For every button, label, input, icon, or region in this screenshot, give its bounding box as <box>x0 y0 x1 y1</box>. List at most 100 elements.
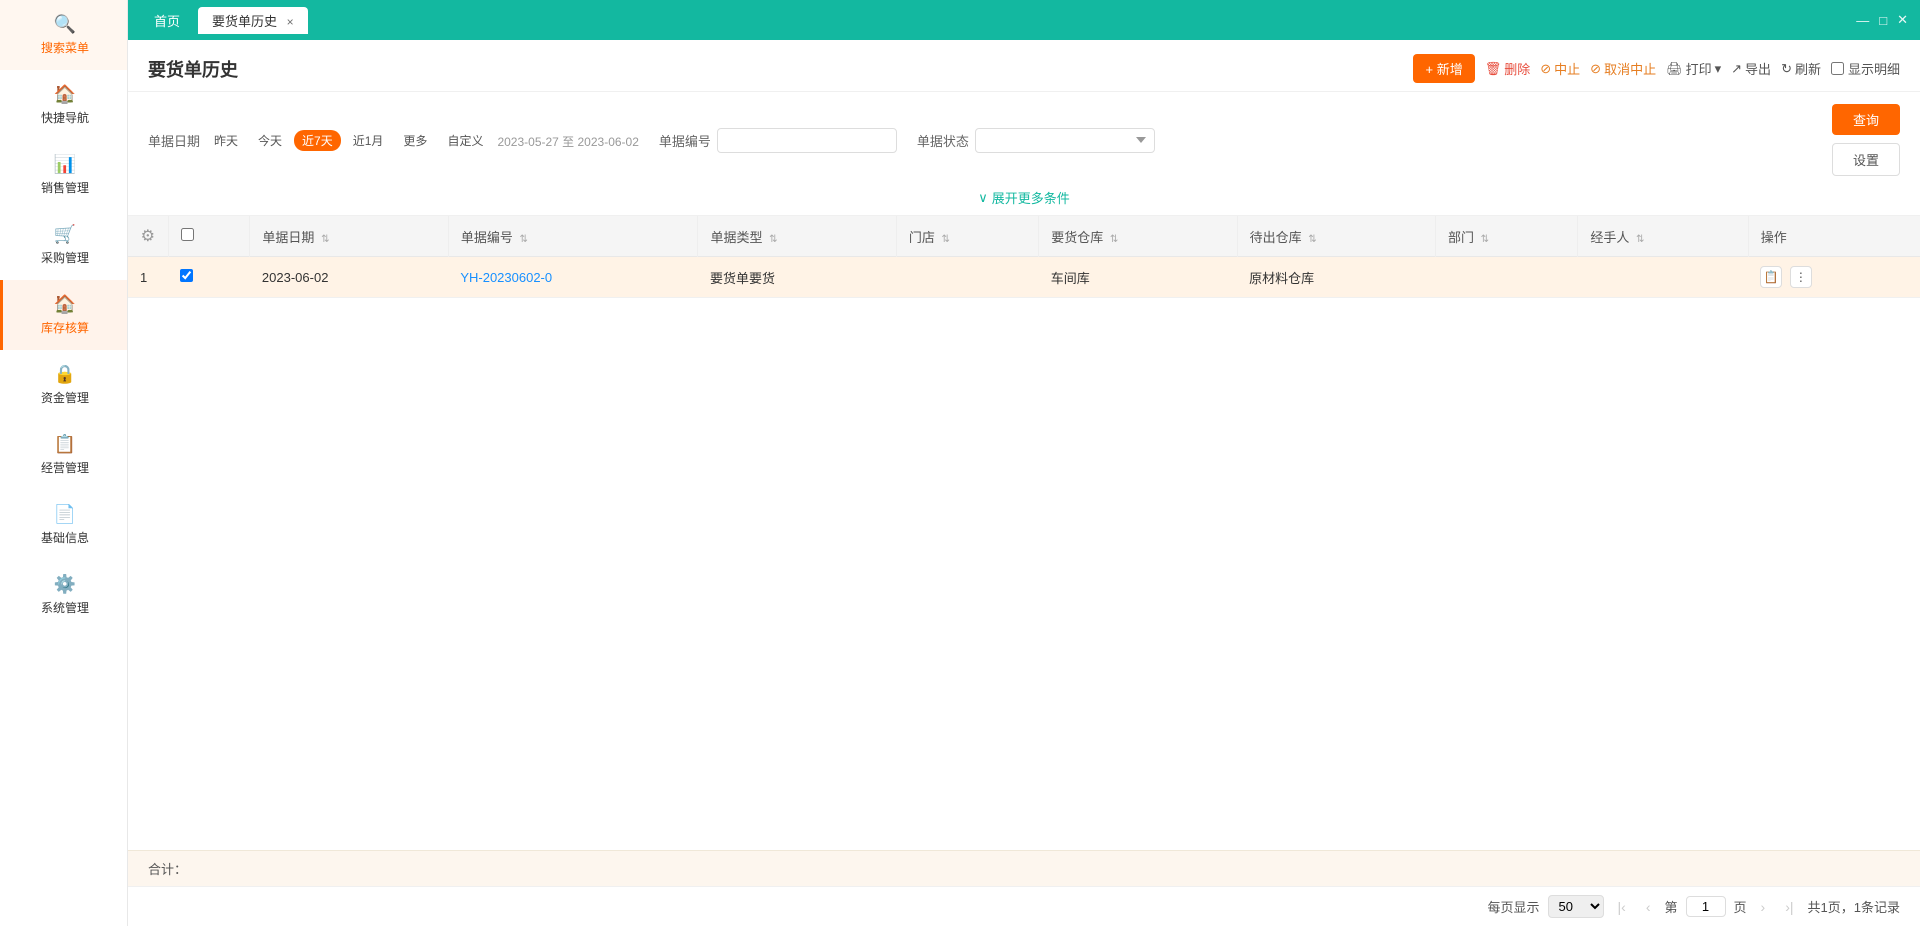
sidebar-item-search-menu[interactable]: 🔍 搜索菜单 <box>0 0 127 70</box>
date-pill-7days[interactable]: 近7天 <box>294 130 341 151</box>
sidebar-item-operation-mgmt[interactable]: 📋 经营管理 <box>0 420 127 490</box>
print-button[interactable]: 🖨 打印 ▾ <box>1666 59 1721 78</box>
date-pill-yesterday[interactable]: 昨天 <box>206 130 246 151</box>
sidebar-item-label: 经营管理 <box>41 459 89 476</box>
basic-info-icon: 📄 <box>54 504 76 525</box>
date-pill-1month[interactable]: 近1月 <box>345 130 392 151</box>
tab-close-icon[interactable]: × <box>287 15 294 29</box>
last-page-button[interactable]: ›| <box>1779 897 1799 917</box>
row-operations: 📋 ⋮ <box>1748 257 1920 298</box>
bill-no-filter-group: 单据编号 <box>659 128 897 153</box>
export-button[interactable]: ↗ 导出 <box>1731 59 1771 78</box>
date-range-text: 2023-05-27 至 2023-06-02 <box>497 133 638 150</box>
table-row[interactable]: 1 2023-06-02 YH-20230602-0 要货单要货 车间库 原材料… <box>128 257 1920 298</box>
row-more-button[interactable]: ⋮ <box>1790 266 1812 288</box>
row-handler <box>1578 257 1748 298</box>
select-all-checkbox[interactable] <box>181 228 194 241</box>
tab-requisition-history[interactable]: 要货单历史 × <box>198 7 308 34</box>
sort-icon: ⇅ <box>769 234 777 245</box>
date-pills: 昨天 今天 近7天 近1月 更多 自定义 <box>206 130 491 151</box>
sort-icon: ⇅ <box>1110 234 1118 245</box>
page-suffix: 页 <box>1734 897 1747 916</box>
purchase-mgmt-icon: 🛒 <box>54 224 76 245</box>
page-input[interactable] <box>1686 896 1726 917</box>
show-detail-checkbox[interactable] <box>1831 62 1844 75</box>
stop-button[interactable]: ⊘ 中止 <box>1540 59 1580 78</box>
sort-icon: ⇅ <box>942 234 950 245</box>
row-index: 1 <box>128 257 168 298</box>
delete-button[interactable]: 🗑 删除 <box>1485 59 1531 78</box>
quick-nav-icon: 🏠 <box>54 84 76 105</box>
date-pill-custom[interactable]: 自定义 <box>439 130 491 151</box>
table-body: 1 2023-06-02 YH-20230602-0 要货单要货 车间库 原材料… <box>128 257 1920 298</box>
row-view-button[interactable]: 📋 <box>1760 266 1782 288</box>
table-col-bill-type[interactable]: 单据类型 ⇅ <box>698 216 896 257</box>
sort-icon: ⇅ <box>1636 234 1644 245</box>
first-page-button[interactable]: |‹ <box>1612 897 1632 917</box>
topbar: 首页 要货单历史 × — □ ✕ <box>128 0 1920 40</box>
sidebar-item-finance-mgmt[interactable]: 🔒 资金管理 <box>0 350 127 420</box>
row-checkbox-cell[interactable] <box>168 257 250 298</box>
sidebar-item-basic-info[interactable]: 📄 基础信息 <box>0 490 127 560</box>
cancel-stop-button[interactable]: ⊘ 取消中止 <box>1590 59 1656 78</box>
date-pill-more[interactable]: 更多 <box>395 130 435 151</box>
new-button[interactable]: + 新增 <box>1413 54 1474 83</box>
inventory-icon: 🏠 <box>54 294 76 315</box>
status-label: 单据状态 <box>917 131 969 150</box>
table-col-bill-no[interactable]: 单据编号 ⇅ <box>448 216 698 257</box>
sidebar-item-quick-nav[interactable]: 🏠 快捷导航 <box>0 70 127 140</box>
sort-icon: ⇅ <box>1308 234 1316 245</box>
table-gear-icon[interactable]: ⚙ <box>141 228 155 245</box>
sort-icon: ⇅ <box>1481 234 1489 245</box>
sidebar-item-inventory[interactable]: 🏠 库存核算 <box>0 280 127 350</box>
tab-home[interactable]: 首页 <box>140 7 194 34</box>
row-req-warehouse: 车间库 <box>1039 257 1237 298</box>
export-icon: ↗ <box>1731 61 1742 77</box>
bill-no-label: 单据编号 <box>659 131 711 150</box>
print-icon: 🖨 <box>1666 61 1683 77</box>
window-close-button[interactable]: ✕ <box>1897 12 1908 28</box>
sidebar-item-system-mgmt[interactable]: ⚙️ 系统管理 <box>0 560 127 630</box>
sidebar-item-label: 系统管理 <box>41 599 89 616</box>
pagination: 每页显示 102050100 |‹ ‹ 第 页 › ›| 共1页，1条记录 <box>128 886 1920 926</box>
expand-more-button[interactable]: ∨ 展开更多条件 <box>978 188 1070 207</box>
sales-mgmt-icon: 📊 <box>54 154 76 175</box>
bill-no-input[interactable] <box>717 128 897 153</box>
cancel-stop-icon: ⊘ <box>1590 61 1601 77</box>
next-page-button[interactable]: › <box>1755 897 1772 917</box>
refresh-button[interactable]: ↻ 刷新 <box>1781 59 1821 78</box>
page-title: 要货单历史 <box>148 56 238 82</box>
table-col-store[interactable]: 门店 ⇅ <box>896 216 1038 257</box>
table-container: ⚙ 单据日期 ⇅ 单据编号 ⇅ <box>128 216 1920 850</box>
filter-row-1: 单据日期 昨天 今天 近7天 近1月 更多 自定义 2023-05-27 至 2… <box>148 104 1900 176</box>
row-pending-warehouse: 原材料仓库 <box>1237 257 1435 298</box>
operation-mgmt-icon: 📋 <box>54 434 76 455</box>
print-dropdown-icon: ▾ <box>1715 61 1722 77</box>
query-button[interactable]: 查询 <box>1832 104 1900 135</box>
row-bill-no-link[interactable]: YH-20230602-0 <box>460 270 552 285</box>
window-maximize-button[interactable]: □ <box>1879 13 1887 28</box>
date-pill-today[interactable]: 今天 <box>250 130 290 151</box>
tab-home-label: 首页 <box>154 14 180 29</box>
sidebar: 🔍 搜索菜单 🏠 快捷导航 📊 销售管理 🛒 采购管理 🏠 库存核算 🔒 资金管… <box>0 0 128 926</box>
show-detail-checkbox-label[interactable]: 显示明细 <box>1831 59 1900 78</box>
page: 要货单历史 + 新增 🗑 删除 ⊘ 中止 ⊘ 取消中止 <box>128 40 1920 926</box>
date-filter-label: 单据日期 <box>148 131 200 150</box>
date-filter-group: 单据日期 昨天 今天 近7天 近1月 更多 自定义 2023-05-27 至 2… <box>148 130 639 151</box>
table-col-req-warehouse[interactable]: 要货仓库 ⇅ <box>1039 216 1237 257</box>
table-col-handler[interactable]: 经手人 ⇅ <box>1578 216 1748 257</box>
prev-page-button[interactable]: ‹ <box>1640 897 1657 917</box>
table-settings-header[interactable]: ⚙ <box>128 216 168 257</box>
sidebar-item-purchase-mgmt[interactable]: 🛒 采购管理 <box>0 210 127 280</box>
per-page-select[interactable]: 102050100 <box>1548 895 1604 918</box>
table-col-bill-date[interactable]: 单据日期 ⇅ <box>250 216 448 257</box>
sidebar-item-sales-mgmt[interactable]: 📊 销售管理 <box>0 140 127 210</box>
row-checkbox[interactable] <box>180 269 193 282</box>
sidebar-item-label: 采购管理 <box>41 249 89 266</box>
settings-button[interactable]: 设置 <box>1832 143 1900 176</box>
table-col-pending-warehouse[interactable]: 待出仓库 ⇅ <box>1237 216 1435 257</box>
sidebar-item-label: 库存核算 <box>41 319 89 336</box>
status-select[interactable] <box>975 128 1155 153</box>
table-col-department[interactable]: 部门 ⇅ <box>1436 216 1578 257</box>
window-minimize-button[interactable]: — <box>1856 13 1869 28</box>
